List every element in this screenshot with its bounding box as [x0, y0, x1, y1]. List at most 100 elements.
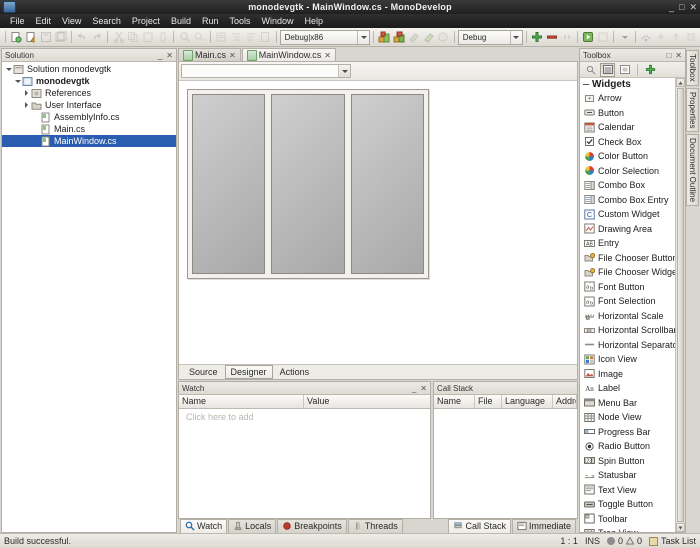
side-tab-properties[interactable]: Properties: [686, 88, 699, 132]
document-tab[interactable]: Main.cs✕: [178, 48, 241, 61]
toolbox-item[interactable]: Statusbar: [580, 468, 685, 483]
callstack-grid[interactable]: NameFileLanguageAddress: [434, 395, 577, 518]
watch-grid[interactable]: NameValueType Click here to add: [179, 395, 430, 518]
toolbox-item[interactable]: AnLabel: [580, 381, 685, 396]
toolbox-item[interactable]: abFont Selection: [580, 294, 685, 309]
menu-item-search[interactable]: Search: [87, 15, 126, 27]
toolbox-item[interactable]: Horizontal Separator: [580, 338, 685, 353]
stop-build-icon[interactable]: [436, 30, 451, 45]
document-tab[interactable]: MainWindow.cs✕: [242, 48, 336, 61]
toolbox-item[interactable]: Color Selection: [580, 164, 685, 179]
toolbox-item[interactable]: Horizontal Scrollbar: [580, 323, 685, 338]
pad-tab-threads[interactable]: Threads: [348, 519, 403, 534]
toolbox-item[interactable]: Combo Box Entry: [580, 193, 685, 208]
toolbox-item[interactable]: abFont Button: [580, 280, 685, 295]
watch-pad-minimize[interactable]: _: [412, 384, 416, 393]
toolbox-item[interactable]: Check Box: [580, 135, 685, 150]
task-list-label[interactable]: Task List: [661, 536, 696, 546]
menu-item-edit[interactable]: Edit: [31, 15, 57, 27]
side-tab-toolbox[interactable]: Toolbox: [686, 50, 699, 86]
remove-breakpoint-icon[interactable]: [544, 30, 559, 45]
chevron-down-icon[interactable]: [510, 31, 522, 44]
expander-icon[interactable]: [22, 90, 31, 96]
pad-tab-locals[interactable]: Locals: [228, 519, 276, 534]
column-header[interactable]: Language: [502, 395, 553, 408]
unindent-icon[interactable]: [243, 30, 258, 45]
expander-icon[interactable]: [22, 102, 31, 108]
toolbox-item[interactable]: Combo Box: [580, 178, 685, 193]
toolbox-item[interactable]: Toggle Button: [580, 497, 685, 512]
tree-node[interactable]: References: [2, 87, 176, 99]
solution-pad-close[interactable]: ✕: [166, 51, 173, 60]
column-header[interactable]: Name: [179, 395, 304, 408]
column-header[interactable]: Address: [553, 395, 577, 408]
tree-node[interactable]: monodevgtk: [2, 75, 176, 87]
new-solution-icon[interactable]: [9, 30, 24, 45]
open-file-icon[interactable]: [24, 30, 39, 45]
toolbox-item[interactable]: File Chooser Button: [580, 251, 685, 266]
watch-empty-row[interactable]: Click here to add: [179, 409, 430, 422]
toolbox-scrollbar[interactable]: [675, 78, 685, 532]
preview-pane-1[interactable]: [192, 94, 265, 274]
watch-pad-close[interactable]: ✕: [420, 384, 427, 393]
run-debug-icon[interactable]: [581, 30, 596, 45]
toolbox-item[interactable]: Menu Bar: [580, 396, 685, 411]
rebuild-solution-icon[interactable]: [392, 30, 407, 45]
pad-tab-immediate[interactable]: Immediate: [512, 519, 576, 534]
designer-canvas[interactable]: [179, 81, 577, 364]
toolbox-item[interactable]: Node View: [580, 410, 685, 425]
toolbox-item[interactable]: Icon View: [580, 352, 685, 367]
close-icon[interactable]: ✕: [229, 51, 236, 60]
save-icon[interactable]: [38, 30, 53, 45]
close-button[interactable]: ✕: [689, 3, 697, 12]
toolbox-item[interactable]: Calendar: [580, 120, 685, 135]
menu-item-view[interactable]: View: [57, 15, 86, 27]
toolbox-item[interactable]: Radio Button: [580, 439, 685, 454]
designer-tab-actions[interactable]: Actions: [275, 366, 315, 378]
toolbox-item[interactable]: Toolbar: [580, 512, 685, 527]
preview-pane-2[interactable]: [271, 94, 344, 274]
delete-icon[interactable]: [156, 30, 171, 45]
toolbox-item[interactable]: Color Button: [580, 149, 685, 164]
comment-icon[interactable]: [214, 30, 229, 45]
preview-pane-3[interactable]: [351, 94, 424, 274]
toolbox-item[interactable]: Arrow: [580, 91, 685, 106]
tree-node[interactable]: Solution monodevgtk: [2, 63, 176, 75]
toolbox-item[interactable]: Horizontal Scale: [580, 309, 685, 324]
menu-item-help[interactable]: Help: [300, 15, 329, 27]
chevron-down-icon[interactable]: [338, 65, 350, 77]
minimize-button[interactable]: _: [669, 3, 674, 12]
column-header[interactable]: Name: [434, 395, 475, 408]
toolbox-item[interactable]: 123Spin Button: [580, 454, 685, 469]
menu-item-tools[interactable]: Tools: [224, 15, 255, 27]
menu-item-window[interactable]: Window: [256, 15, 298, 27]
clean-icon[interactable]: [407, 30, 422, 45]
collapse-icon[interactable]: [583, 84, 589, 85]
tree-node[interactable]: AssemblyInfo.cs: [2, 111, 176, 123]
toolbox-item[interactable]: Drawing Area: [580, 222, 685, 237]
copy-icon[interactable]: [126, 30, 141, 45]
pad-tab-breakpoints[interactable]: Breakpoints: [277, 519, 347, 534]
scrollbar-thumb[interactable]: [677, 88, 684, 522]
expander-icon[interactable]: [13, 80, 22, 83]
step-over-icon[interactable]: [639, 30, 654, 45]
designer-tab-source[interactable]: Source: [184, 366, 223, 378]
expander-icon[interactable]: [4, 68, 13, 71]
tree-node[interactable]: Main.cs: [2, 123, 176, 135]
find-next-icon[interactable]: [192, 30, 207, 45]
toolbox-search-icon[interactable]: [583, 63, 598, 77]
step-out-icon[interactable]: [669, 30, 684, 45]
menu-item-run[interactable]: Run: [197, 15, 224, 27]
indent-icon[interactable]: [228, 30, 243, 45]
pause-icon[interactable]: [596, 30, 611, 45]
close-icon[interactable]: ✕: [324, 51, 331, 60]
runtime-combo[interactable]: Debug: [458, 30, 523, 45]
save-all-icon[interactable]: [53, 30, 68, 45]
debug-options-icon[interactable]: [617, 30, 632, 45]
tree-node[interactable]: User Interface: [2, 99, 176, 111]
build-solution-icon[interactable]: [377, 30, 392, 45]
scroll-down-icon[interactable]: [676, 523, 685, 532]
widget-selector-combo[interactable]: [181, 64, 351, 78]
toolbox-item[interactable]: File Chooser Widget: [580, 265, 685, 280]
toolbox-item[interactable]: CCustom Widget: [580, 207, 685, 222]
